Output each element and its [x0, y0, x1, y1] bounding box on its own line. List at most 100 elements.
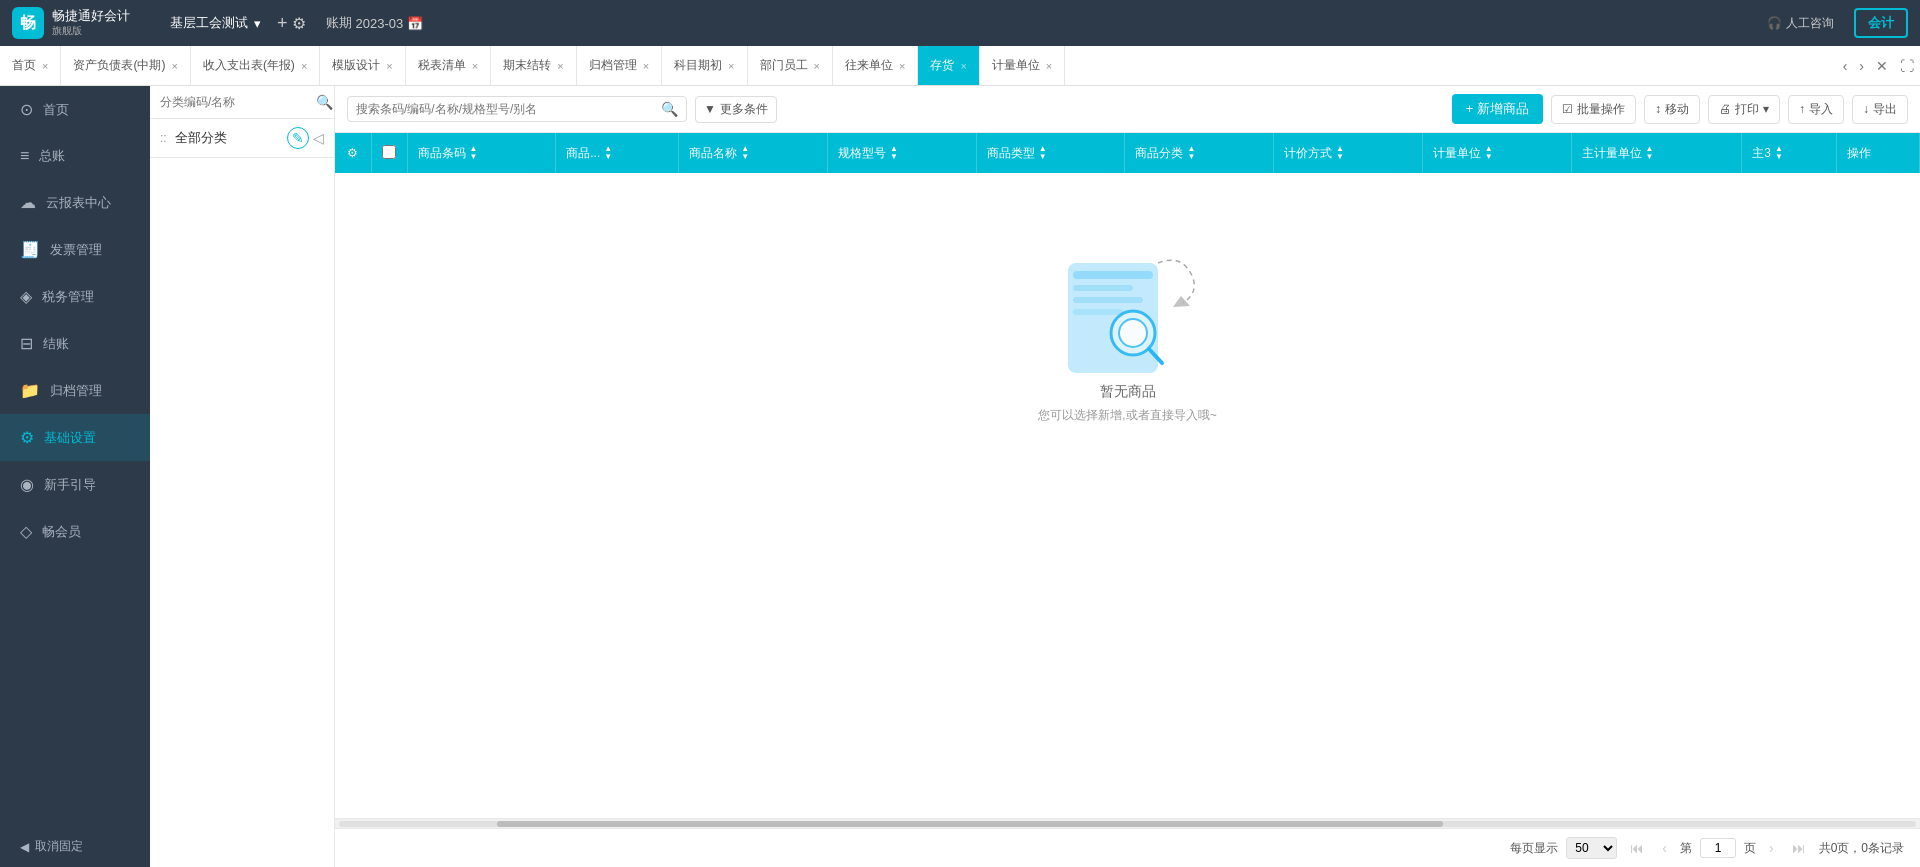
period-label: 账期 [326, 14, 352, 32]
tab-close-icon[interactable]: × [960, 60, 966, 72]
tab-close-icon[interactable]: × [557, 60, 563, 72]
empty-subtitle: 您可以选择新增,或者直接导入哦~ [1038, 407, 1216, 424]
move-button[interactable]: ↕ 移动 [1644, 95, 1700, 124]
cancel-fixed-button[interactable]: ◀ 取消固定 [0, 826, 150, 867]
import-button[interactable]: ↑ 导入 [1788, 95, 1844, 124]
tab-close-icon[interactable]: × [899, 60, 905, 72]
th-price-method-label: 计价方式 [1284, 145, 1332, 162]
toolbar: 🔍 ▼ 更多条件 + 新增商品 ☑ 批量操作 ↕ [335, 86, 1920, 133]
tab-部门员工[interactable]: 部门员工 × [748, 46, 833, 86]
more-filter-button[interactable]: ▼ 更多条件 [695, 96, 777, 123]
tab-close-icon[interactable]: × [386, 60, 392, 72]
category-collapse-button[interactable]: ◁ [313, 130, 324, 146]
th-main-unit[interactable]: 主计量单位 ▲▼ [1571, 133, 1742, 173]
svg-rect-4 [1073, 309, 1123, 315]
sidebar-item-畅会员[interactable]: ◇畅会员 [0, 508, 150, 555]
category-search-icon[interactable]: 🔍 [316, 94, 333, 110]
svg-rect-3 [1073, 297, 1143, 303]
print-button[interactable]: 🖨 打印 ▾ [1708, 95, 1780, 124]
tab-close-icon[interactable]: × [301, 60, 307, 72]
settings-icon[interactable]: ⚙ [292, 14, 306, 33]
tab-close-icon[interactable]: × [643, 60, 649, 72]
tabs-maximize[interactable]: ⛶ [1894, 46, 1920, 86]
sidebar-label-税务管理: 税务管理 [42, 288, 94, 306]
tab-往来单位[interactable]: 往来单位× [833, 46, 918, 86]
import-label: 导入 [1809, 101, 1833, 118]
tabs-scroll-right[interactable]: › [1853, 46, 1870, 86]
sidebar-item-新手引导[interactable]: ◉新手引导 [0, 461, 150, 508]
sidebar-label-结账: 结账 [43, 335, 69, 353]
first-page-button[interactable]: ⏮ [1625, 838, 1649, 858]
export-label: 导出 [1873, 101, 1897, 118]
sidebar-item-税务管理[interactable]: ◈税务管理 [0, 273, 150, 320]
sidebar-item-总账[interactable]: ≡总账 [0, 133, 150, 179]
tab-close-icon[interactable]: × [814, 60, 820, 72]
sidebar-item-基础设置[interactable]: ⚙基础设置 [0, 414, 150, 461]
product-search-icon[interactable]: 🔍 [661, 101, 678, 117]
category-edit-icon[interactable]: ✎ [287, 127, 309, 149]
th-spec[interactable]: 规格型号 ▲▼ [827, 133, 976, 173]
tab-资产负债表(中期)[interactable]: 资产负债表(中期)× [61, 46, 190, 86]
tab-close-icon[interactable]: × [42, 60, 48, 72]
tab-期末结转[interactable]: 期末结转× [491, 46, 576, 86]
tab-close-icon[interactable]: × [472, 60, 478, 72]
th-col3[interactable]: 主3 ▲▼ [1742, 133, 1837, 173]
calendar-icon[interactable]: 📅 [407, 16, 423, 31]
th-price-method[interactable]: 计价方式 ▲▼ [1274, 133, 1423, 173]
th-checkbox[interactable] [371, 133, 407, 173]
tab-label: 部门员工 [760, 57, 808, 74]
product-search-input[interactable] [356, 102, 655, 116]
page-number-input[interactable] [1700, 838, 1736, 858]
category-all-label[interactable]: 全部分类 [175, 129, 283, 147]
th-settings[interactable]: ⚙ [335, 133, 371, 173]
tabs-close-all[interactable]: ✕ [1870, 46, 1894, 86]
headset-icon: 🎧 [1767, 16, 1782, 30]
next-page-button[interactable]: › [1764, 838, 1779, 858]
th-barcode[interactable]: 商品条码 ▲▼ [407, 133, 556, 173]
filter-label: 更多条件 [720, 101, 768, 118]
company-selector[interactable]: 基层工会测试 ▾ [162, 10, 269, 36]
sidebar-item-首页[interactable]: ⊙首页 [0, 86, 150, 133]
th-code[interactable]: 商品... ▲▼ [556, 133, 679, 173]
top-header: 畅 畅捷通好会计 旗舰版 基层工会测试 ▾ + ⚙ 账期 2023-03 📅 🎧… [0, 0, 1920, 46]
tab-税表清单[interactable]: 税表清单× [406, 46, 491, 86]
drag-handle-icon: :: [160, 131, 167, 145]
support-button[interactable]: 🎧 人工咨询 [1759, 11, 1842, 36]
tab-科目期初[interactable]: 科目期初× [662, 46, 747, 86]
per-page-select[interactable]: 50 100 200 [1566, 837, 1617, 859]
tabs-scroll-left[interactable]: ‹ [1837, 46, 1854, 86]
tab-close-icon[interactable]: × [1046, 60, 1052, 72]
select-all-checkbox[interactable] [382, 145, 396, 159]
tab-close-icon[interactable]: × [171, 60, 177, 72]
batch-operation-button[interactable]: ☑ 批量操作 [1551, 95, 1636, 124]
sidebar-item-发票管理[interactable]: 🧾发票管理 [0, 226, 150, 273]
sidebar-label-发票管理: 发票管理 [50, 241, 102, 259]
inner-layout: 🔍 :: 全部分类 ✎ ◁ 🔍 ▼ [150, 86, 1920, 867]
scrollbar-thumb[interactable] [497, 821, 1443, 827]
accounting-button[interactable]: 会计 [1854, 8, 1908, 38]
tab-归档管理[interactable]: 归档管理× [577, 46, 662, 86]
th-type[interactable]: 商品类型 ▲▼ [976, 133, 1125, 173]
last-page-button[interactable]: ⏭ [1787, 838, 1811, 858]
tab-close-icon[interactable]: × [728, 60, 734, 72]
add-product-button[interactable]: + 新增商品 [1452, 94, 1543, 124]
category-search-input[interactable] [160, 95, 310, 109]
sidebar-item-归档管理[interactable]: 📁归档管理 [0, 367, 150, 414]
prev-page-button[interactable]: ‹ [1657, 838, 1672, 858]
tab-计量单位[interactable]: 计量单位× [980, 46, 1065, 86]
sidebar-icon-畅会员: ◇ [20, 522, 32, 541]
sidebar-item-结账[interactable]: ⊟结账 [0, 320, 150, 367]
product-search-bar: 🔍 [347, 96, 687, 122]
th-category[interactable]: 商品分类 ▲▼ [1125, 133, 1274, 173]
th-name[interactable]: 商品名称 ▲▼ [679, 133, 828, 173]
horizontal-scrollbar[interactable] [335, 818, 1920, 828]
th-unit[interactable]: 计量单位 ▲▼ [1422, 133, 1571, 173]
sidebar-label-新手引导: 新手引导 [44, 476, 96, 494]
tab-存货[interactable]: 存货× [918, 46, 979, 86]
tab-模版设计[interactable]: 模版设计× [320, 46, 405, 86]
tab-首页[interactable]: 首页× [0, 46, 61, 86]
tab-收入支出表(年报)[interactable]: 收入支出表(年报)× [191, 46, 320, 86]
sidebar-item-云报表中心[interactable]: ☁云报表中心 [0, 179, 150, 226]
add-tab-button[interactable]: + [277, 13, 288, 34]
export-button[interactable]: ↓ 导出 [1852, 95, 1908, 124]
